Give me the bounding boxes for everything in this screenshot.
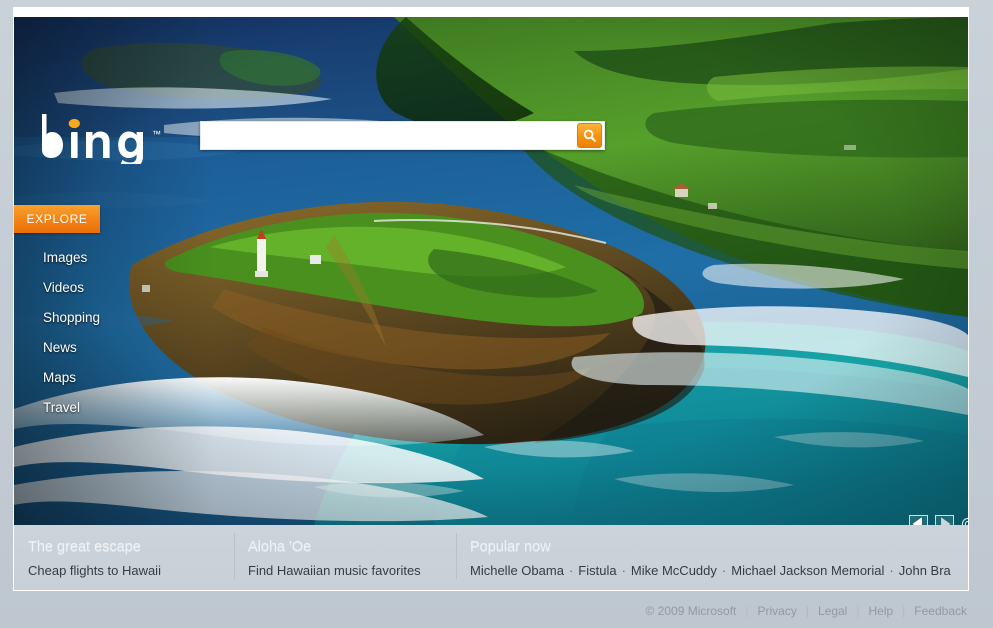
next-image-button[interactable] [935,515,954,525]
popular-now-separator: · [568,563,574,578]
popular-now-separator: · [721,563,727,578]
popular-now-separator: · [889,563,894,578]
popular-now-item[interactable]: Michelle Obama [470,563,564,578]
info-column-great-escape: The great escape Cheap flights to Hawaii [14,525,234,590]
info-subtext[interactable]: Cheap flights to Hawaii [28,563,234,579]
search-box[interactable] [200,121,605,150]
popular-now-item[interactable]: Fistula [578,563,616,578]
footer-link-legal[interactable]: Legal [818,604,847,618]
sidebar-item-maps[interactable]: Maps [14,363,159,393]
search-input[interactable] [201,123,577,148]
info-heading[interactable]: Aloha 'Oe [248,539,456,555]
image-copyright-info-icon[interactable] [961,517,968,525]
explore-navigation: EXPLORE Images Videos Shopping News Maps… [14,205,159,423]
sidebar-item-images[interactable]: Images [14,243,159,273]
footer-separator: | [805,604,809,618]
footer-link-help[interactable]: Help [868,604,893,618]
popular-now-separator: · [621,563,626,578]
bing-logo[interactable]: ™ [36,108,196,164]
footer-separator: | [745,604,749,618]
sidebar-item-news[interactable]: News [14,333,159,363]
info-heading[interactable]: The great escape [28,539,234,555]
nav-list: Images Videos Shopping News Maps Travel [14,243,159,423]
info-bar: The great escape Cheap flights to Hawaii… [14,525,968,590]
info-subtext[interactable]: Find Hawaiian music favorites [248,563,456,579]
sidebar-item-videos[interactable]: Videos [14,273,159,303]
popular-now-item[interactable]: Michael Jackson Memorial [731,563,884,578]
previous-image-button[interactable] [909,515,928,525]
info-heading: Popular now [470,539,551,555]
search-button[interactable] [577,123,602,148]
explore-button[interactable]: EXPLORE [14,205,100,233]
sidebar-item-travel[interactable]: Travel [14,393,159,423]
search-icon [583,129,596,142]
popular-now-item[interactable]: Mike McCuddy [631,563,717,578]
footer: © 2009 Microsoft | Privacy | Legal | Hel… [0,600,993,622]
bing-homepage: ™ EXPLORE Images Videos Shopping News Ma… [0,0,993,628]
sidebar-item-shopping[interactable]: Shopping [14,303,159,333]
popular-now-list: Michelle Obama · Fistula · Mike McCuddy · Mich… [470,563,968,579]
footer-link-privacy[interactable]: Privacy [758,604,797,618]
copyright-text: © 2009 Microsoft [645,604,737,618]
info-column-popular-now: Popular now Michelle Obama · Fistula · Mike … [456,525,968,590]
info-column-aloha-oe: Aloha 'Oe Find Hawaiian music favorites [234,525,456,590]
hero-image-controls [909,515,968,525]
popular-now-item[interactable]: John Bra [899,563,951,578]
footer-link-feedback[interactable]: Feedback [914,604,967,618]
footer-separator: | [902,604,906,618]
svg-text:™: ™ [152,129,161,139]
footer-separator: | [856,604,860,618]
